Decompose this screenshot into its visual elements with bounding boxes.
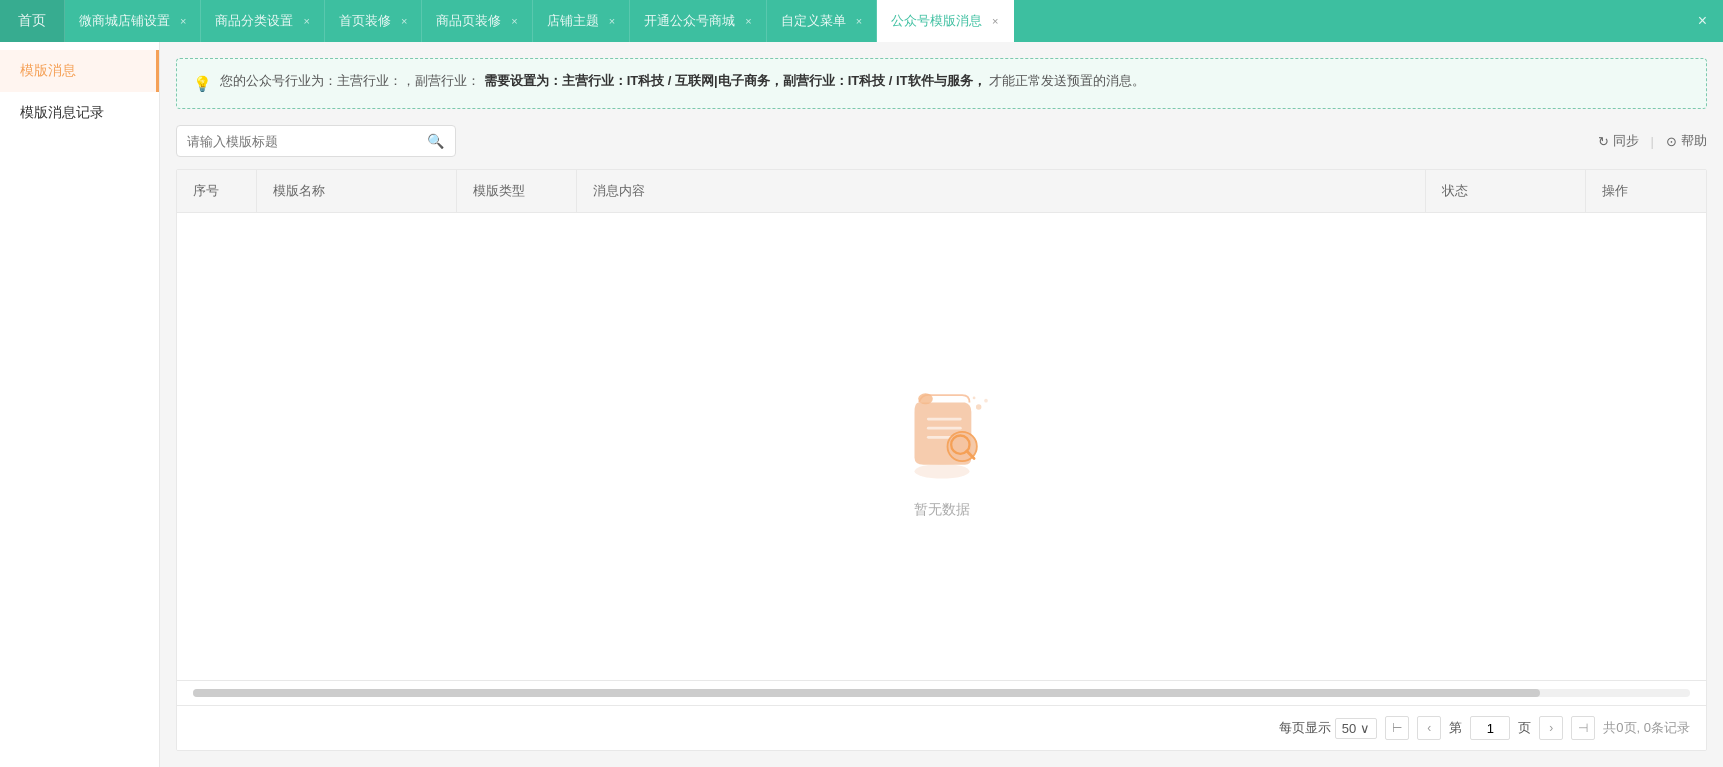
svg-point-8 (975, 404, 981, 410)
dropdown-arrow-icon: ∨ (1360, 721, 1370, 736)
page-size-select: 每页显示 50 ∨ (1279, 718, 1377, 739)
tab-label: 商品页装修 (436, 12, 501, 30)
close-icon[interactable]: × (303, 16, 309, 27)
nav-tab-product-decor[interactable]: 商品页装修 × (422, 0, 532, 42)
help-icon: ⊙ (1666, 134, 1677, 149)
nav-tab-home[interactable]: 首页 (0, 0, 65, 42)
close-icon[interactable]: × (856, 16, 862, 27)
th-index: 序号 (177, 170, 257, 212)
search-box: 🔍 (176, 125, 456, 157)
close-icon[interactable]: × (992, 16, 998, 27)
svg-point-9 (984, 398, 988, 402)
notice-highlight: 需要设置为：主营行业：IT科技 / 互联网|电子商务，副营行业：IT科技 / I… (484, 73, 986, 88)
tab-label: 开通公众号商城 (644, 12, 735, 30)
sidebar-item-label: 模版消息记录 (20, 104, 104, 120)
svg-point-0 (914, 463, 969, 478)
notice-banner: 💡 您的公众号行业为：主营行业：，副营行业： 需要设置为：主营行业：IT科技 /… (176, 58, 1707, 109)
th-label: 模版类型 (473, 183, 525, 198)
scrollbar-area (177, 680, 1706, 705)
sidebar: 模版消息 模版消息记录 (0, 42, 160, 767)
close-icon[interactable]: × (401, 16, 407, 27)
close-all-button[interactable]: × (1682, 0, 1723, 42)
close-icon[interactable]: × (745, 16, 751, 27)
th-type: 模版类型 (457, 170, 577, 212)
th-name: 模版名称 (257, 170, 457, 212)
notice-text: 您的公众号行业为：主营行业：，副营行业： 需要设置为：主营行业：IT科技 / 互… (220, 71, 1145, 92)
page-size-label: 每页显示 (1279, 719, 1331, 737)
th-label: 操作 (1602, 183, 1628, 198)
nav-tab-open-mall[interactable]: 开通公众号商城 × (630, 0, 766, 42)
close-all-icon: × (1698, 12, 1707, 30)
empty-state: 暂无数据 (177, 213, 1706, 680)
table-header: 序号 模版名称 模版类型 消息内容 状态 操作 (177, 170, 1706, 213)
nav-tab-home-decor[interactable]: 首页装修 × (325, 0, 422, 42)
empty-illustration (887, 375, 997, 485)
total-info: 共0页, 0条记录 (1603, 719, 1690, 737)
tab-label: 首页装修 (339, 12, 391, 30)
search-icon[interactable]: 🔍 (427, 133, 444, 149)
content-area: 💡 您的公众号行业为：主营行业：，副营行业： 需要设置为：主营行业：IT科技 /… (160, 42, 1723, 767)
th-content: 消息内容 (577, 170, 1426, 212)
sidebar-item-template-msg[interactable]: 模版消息 (0, 50, 159, 92)
tab-label: 商品分类设置 (215, 12, 293, 30)
svg-point-10 (972, 396, 975, 399)
th-status: 状态 (1426, 170, 1586, 212)
tab-label: 自定义菜单 (781, 12, 846, 30)
page-size-dropdown[interactable]: 50 ∨ (1335, 718, 1377, 739)
notice-prefix: 您的公众号行业为：主营行业：，副营行业： (220, 73, 480, 88)
help-button[interactable]: ⊙ 帮助 (1666, 132, 1707, 150)
next-page-button[interactable]: › (1539, 716, 1563, 740)
nav-tab-shop-theme[interactable]: 店铺主题 × (533, 0, 630, 42)
close-icon[interactable]: × (609, 16, 615, 27)
lightbulb-icon: 💡 (193, 72, 212, 96)
scrollbar-thumb[interactable] (193, 689, 1540, 697)
tab-label: 公众号模版消息 (891, 12, 982, 30)
th-label: 消息内容 (593, 183, 645, 198)
divider: | (1651, 134, 1654, 149)
sync-button[interactable]: ↻ 同步 (1598, 132, 1639, 150)
home-tab-label: 首页 (18, 12, 46, 30)
scrollbar-track (193, 689, 1690, 697)
notice-suffix: 才能正常发送预置的消息。 (989, 73, 1145, 88)
tab-label: 店铺主题 (547, 12, 599, 30)
th-label: 模版名称 (273, 183, 325, 198)
th-action: 操作 (1586, 170, 1706, 212)
toolbar-right: ↻ 同步 | ⊙ 帮助 (1598, 132, 1707, 150)
di-label: 第 (1449, 719, 1462, 737)
top-nav: 首页 微商城店铺设置 × 商品分类设置 × 首页装修 × 商品页装修 × 店铺主… (0, 0, 1723, 42)
page-number-input[interactable] (1470, 716, 1510, 740)
search-input[interactable] (187, 134, 427, 149)
svg-point-1 (918, 393, 933, 404)
nav-tab-template-msg[interactable]: 公众号模版消息 × (877, 0, 1013, 42)
th-label: 序号 (193, 183, 219, 198)
close-icon[interactable]: × (180, 16, 186, 27)
first-page-button[interactable]: ⊢ (1385, 716, 1409, 740)
toolbar: 🔍 ↻ 同步 | ⊙ 帮助 (176, 125, 1707, 157)
sidebar-item-label: 模版消息 (20, 62, 76, 78)
nav-tab-custom-menu[interactable]: 自定义菜单 × (767, 0, 877, 42)
sync-label: 同步 (1613, 132, 1639, 150)
prev-page-button[interactable]: ‹ (1417, 716, 1441, 740)
page-unit-label: 页 (1518, 719, 1531, 737)
close-icon[interactable]: × (511, 16, 517, 27)
page-size-value: 50 (1342, 721, 1356, 736)
main-layout: 模版消息 模版消息记录 💡 您的公众号行业为：主营行业：，副营行业： 需要设置为… (0, 42, 1723, 767)
pagination: 每页显示 50 ∨ ⊢ ‹ 第 页 › ⊣ 共0页, 0条记录 (177, 705, 1706, 750)
th-label: 状态 (1442, 183, 1468, 198)
nav-tab-shop-settings[interactable]: 微商城店铺设置 × (65, 0, 201, 42)
nav-tab-category-settings[interactable]: 商品分类设置 × (201, 0, 324, 42)
tab-label: 微商城店铺设置 (79, 12, 170, 30)
empty-text: 暂无数据 (914, 501, 970, 519)
sidebar-item-template-msg-record[interactable]: 模版消息记录 (0, 92, 159, 134)
sync-icon: ↻ (1598, 134, 1609, 149)
data-table: 序号 模版名称 模版类型 消息内容 状态 操作 (176, 169, 1707, 751)
last-page-button[interactable]: ⊣ (1571, 716, 1595, 740)
help-label: 帮助 (1681, 132, 1707, 150)
